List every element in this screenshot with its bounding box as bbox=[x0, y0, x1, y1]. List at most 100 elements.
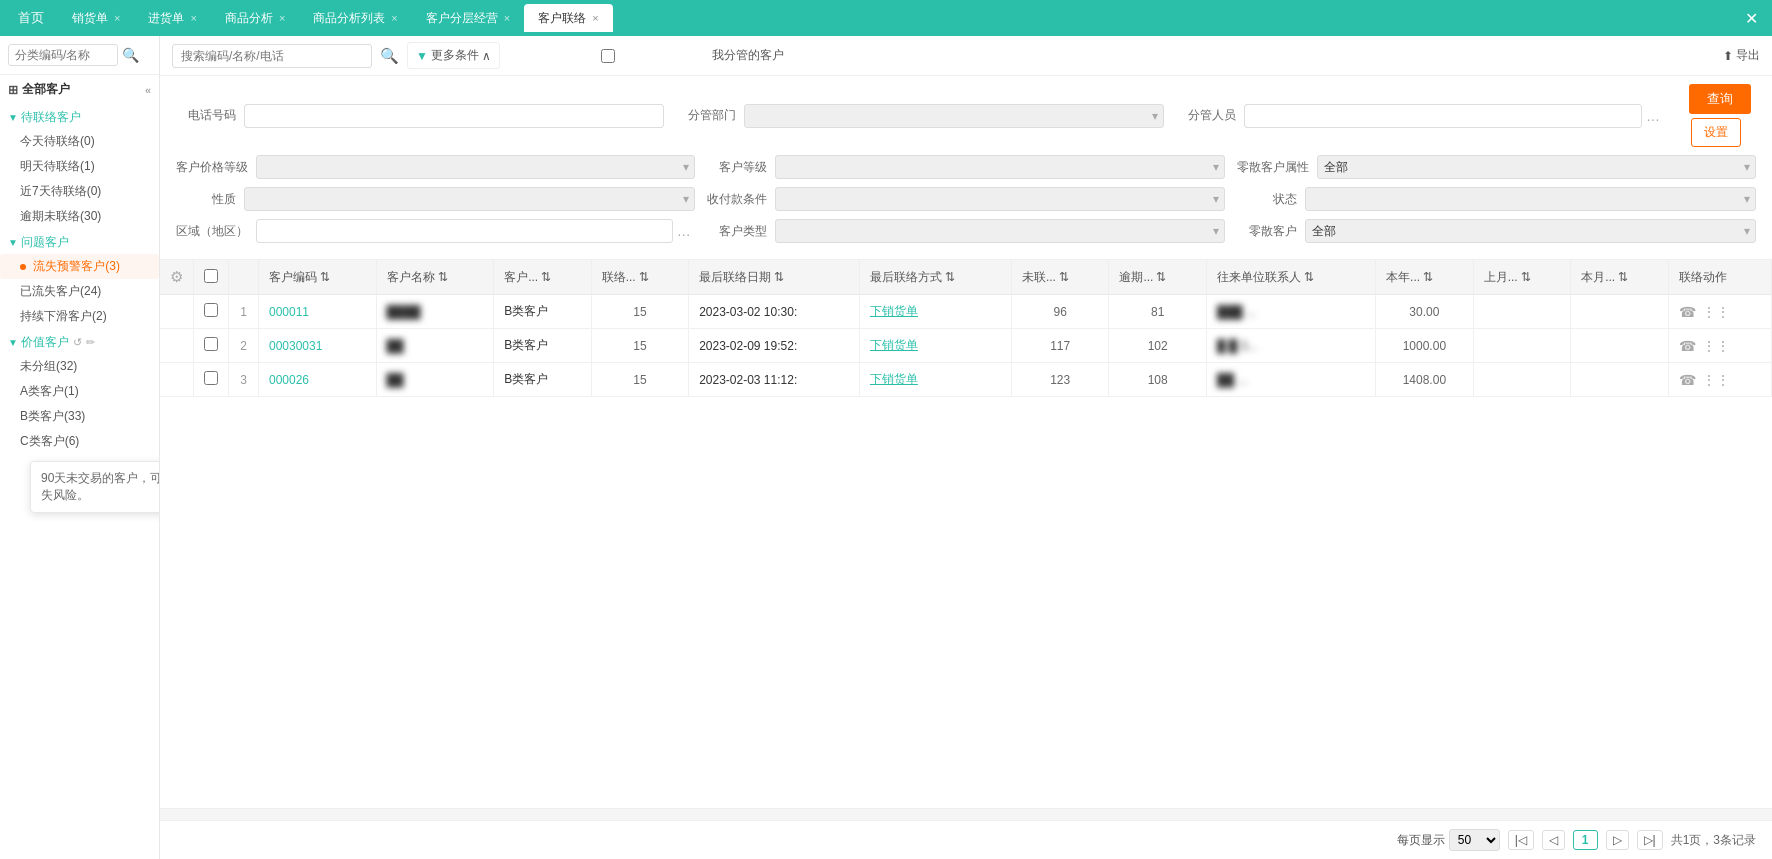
dept-select-wrap: ▾ bbox=[744, 104, 1164, 128]
contact-col-header[interactable]: 联络... ⇅ bbox=[591, 260, 689, 295]
row-checkbox[interactable] bbox=[204, 303, 218, 317]
this-year-col-header[interactable]: 本年... ⇅ bbox=[1376, 260, 1474, 295]
sidebar-item-declining[interactable]: 持续下滑客户(2) bbox=[0, 304, 159, 329]
action-more-icon[interactable]: ⋮⋮ bbox=[1702, 372, 1730, 388]
phone-input[interactable] bbox=[244, 104, 664, 128]
row-checkbox[interactable] bbox=[204, 371, 218, 385]
action-contact-icon[interactable]: ☎ bbox=[1679, 372, 1696, 388]
sidebar-item-overdue[interactable]: 逾期未联络(30) bbox=[0, 204, 159, 229]
tier-col-header[interactable]: 客户... ⇅ bbox=[494, 260, 592, 295]
row-checkbox[interactable] bbox=[204, 337, 218, 351]
last-month-col-header[interactable]: 上月... ⇅ bbox=[1473, 260, 1571, 295]
sidebar-group-problem[interactable]: ▼ 问题客户 bbox=[0, 229, 159, 254]
tab-sales[interactable]: 销货单 × bbox=[58, 4, 134, 32]
action-contact-icon[interactable]: ☎ bbox=[1679, 338, 1696, 354]
prev-page-button[interactable]: ◁ bbox=[1542, 830, 1565, 850]
person-dots-button[interactable]: … bbox=[1642, 108, 1664, 124]
tab-customer-contact[interactable]: 客户联络 × bbox=[524, 4, 612, 32]
sort-icon-lcm: ⇅ bbox=[945, 270, 955, 284]
row-last-contact-method[interactable]: 下销货单 bbox=[859, 329, 1011, 363]
row-code[interactable]: 00030031 bbox=[259, 329, 377, 363]
edit-icon[interactable]: ✏ bbox=[86, 336, 95, 349]
zero-attr-select[interactable]: 全部 bbox=[1317, 155, 1756, 179]
customer-tier-select[interactable] bbox=[775, 155, 1226, 179]
dept-select[interactable] bbox=[744, 104, 1164, 128]
sidebar-item-tomorrow[interactable]: 明天待联络(1) bbox=[0, 154, 159, 179]
close-tab-customer-tier[interactable]: × bbox=[504, 12, 510, 24]
next-page-button[interactable]: ▷ bbox=[1606, 830, 1629, 850]
sort-icon-ty: ⇅ bbox=[1423, 270, 1433, 284]
close-tab-purchase[interactable]: × bbox=[190, 12, 196, 24]
search-button[interactable]: 🔍 bbox=[380, 47, 399, 65]
per-page-selector: 每页显示 50 100 200 bbox=[1397, 829, 1500, 851]
row-tier: B类客户 bbox=[494, 363, 592, 397]
adv-filter-row-4: 区域（地区） … 客户类型 ▾ 零散客户 全部 bbox=[176, 219, 1756, 243]
close-tab-customer-contact[interactable]: × bbox=[592, 12, 598, 24]
close-tab-sales[interactable]: × bbox=[114, 12, 120, 24]
sidebar-group-value[interactable]: ▼ 价值客户 ↺ ✏ bbox=[0, 329, 159, 354]
code-col-header[interactable]: 客户编码 ⇅ bbox=[259, 260, 377, 295]
close-tab-analysis[interactable]: × bbox=[279, 12, 285, 24]
first-page-button[interactable]: |◁ bbox=[1508, 830, 1534, 850]
tab-analysis[interactable]: 商品分析 × bbox=[211, 4, 299, 32]
settings-col-icon[interactable]: ⚙ bbox=[170, 268, 183, 285]
price-tier-select[interactable] bbox=[256, 155, 695, 179]
settings-col-header[interactable]: ⚙ bbox=[160, 260, 194, 295]
this-month-col-header[interactable]: 本月... ⇅ bbox=[1571, 260, 1669, 295]
sidebar-item-b-class[interactable]: B类客户(33) bbox=[0, 404, 159, 429]
person-input[interactable] bbox=[1244, 104, 1642, 128]
select-all-checkbox[interactable] bbox=[204, 269, 218, 283]
bottom-scrollbar[interactable] bbox=[160, 808, 1772, 820]
action-more-icon[interactable]: ⋮⋮ bbox=[1702, 304, 1730, 320]
tooltip-problem-customers: 90天未交易的客户，可能有流失风险。 bbox=[30, 461, 160, 513]
action-more-icon[interactable]: ⋮⋮ bbox=[1702, 338, 1730, 354]
per-page-select[interactable]: 50 100 200 bbox=[1449, 829, 1500, 851]
tab-purchase[interactable]: 进货单 × bbox=[134, 4, 210, 32]
status-select[interactable] bbox=[1305, 187, 1756, 211]
payment-field: 收付款条件 ▾ bbox=[707, 187, 1226, 211]
payment-select[interactable] bbox=[775, 187, 1226, 211]
global-close-button[interactable]: ✕ bbox=[1735, 9, 1768, 28]
uncontacted-col-header[interactable]: 未联... ⇅ bbox=[1011, 260, 1109, 295]
adv-filter-row-2: 客户价格等级 ▾ 客户等级 ▾ 零散客户属性 bbox=[176, 155, 1756, 179]
sidebar-item-a-class[interactable]: A类客户(1) bbox=[0, 379, 159, 404]
action-contact-icon[interactable]: ☎ bbox=[1679, 304, 1696, 320]
name-col-header[interactable]: 客户名称 ⇅ bbox=[376, 260, 494, 295]
unit-contact-col-header[interactable]: 往来单位联系人 ⇅ bbox=[1206, 260, 1375, 295]
sidebar-group-pending-contact[interactable]: ▼ 待联络客户 bbox=[0, 104, 159, 129]
last-page-button[interactable]: ▷| bbox=[1637, 830, 1663, 850]
sidebar-all-customers[interactable]: ⊞ 全部客户 « bbox=[0, 75, 159, 104]
row-last-contact-method[interactable]: 下销货单 bbox=[859, 295, 1011, 329]
overdue-col-header[interactable]: 逾期... ⇅ bbox=[1109, 260, 1207, 295]
query-button[interactable]: 查询 bbox=[1689, 84, 1751, 114]
row-code[interactable]: 000026 bbox=[259, 363, 377, 397]
search-input[interactable] bbox=[172, 44, 372, 68]
settings-button[interactable]: 设置 bbox=[1691, 118, 1741, 147]
refresh-icon[interactable]: ↺ bbox=[73, 336, 82, 349]
sidebar-item-churned[interactable]: 已流失客户(24) bbox=[0, 279, 159, 304]
my-customers-checkbox[interactable] bbox=[508, 49, 708, 63]
customer-type-select[interactable] bbox=[775, 219, 1226, 243]
sidebar-item-today[interactable]: 今天待联络(0) bbox=[0, 129, 159, 154]
more-conditions-button[interactable]: ▼ 更多条件 ∧ bbox=[407, 42, 500, 69]
sidebar-search-input[interactable] bbox=[8, 44, 118, 66]
row-code[interactable]: 000011 bbox=[259, 295, 377, 329]
tab-home[interactable]: 首页 bbox=[4, 9, 58, 27]
region-input[interactable] bbox=[256, 219, 673, 243]
sidebar-item-c-class[interactable]: C类客户(6) bbox=[0, 429, 159, 454]
row-last-contact-method[interactable]: 下销货单 bbox=[859, 363, 1011, 397]
sidebar-item-7days[interactable]: 近7天待联络(0) bbox=[0, 179, 159, 204]
export-button[interactable]: ⬆ 导出 bbox=[1723, 47, 1760, 64]
close-tab-analysis-list[interactable]: × bbox=[391, 12, 397, 24]
nature-select[interactable] bbox=[244, 187, 695, 211]
last-contact-date-col-header[interactable]: 最后联络日期 ⇅ bbox=[689, 260, 860, 295]
my-customers-checkbox-label[interactable]: 我分管的客户 bbox=[508, 47, 784, 64]
sidebar-item-churn-warning[interactable]: 流失预警客户(3) bbox=[0, 254, 159, 279]
zero-retail-select[interactable]: 全部 bbox=[1305, 219, 1756, 243]
region-dots-button[interactable]: … bbox=[673, 223, 695, 239]
last-contact-method-col-header[interactable]: 最后联络方式 ⇅ bbox=[859, 260, 1011, 295]
tab-customer-tier[interactable]: 客户分层经营 × bbox=[412, 4, 524, 32]
tab-analysis-list[interactable]: 商品分析列表 × bbox=[299, 4, 411, 32]
row-actions: ☎ ⋮⋮ bbox=[1668, 363, 1771, 397]
sidebar-item-ungrouped[interactable]: 未分组(32) bbox=[0, 354, 159, 379]
